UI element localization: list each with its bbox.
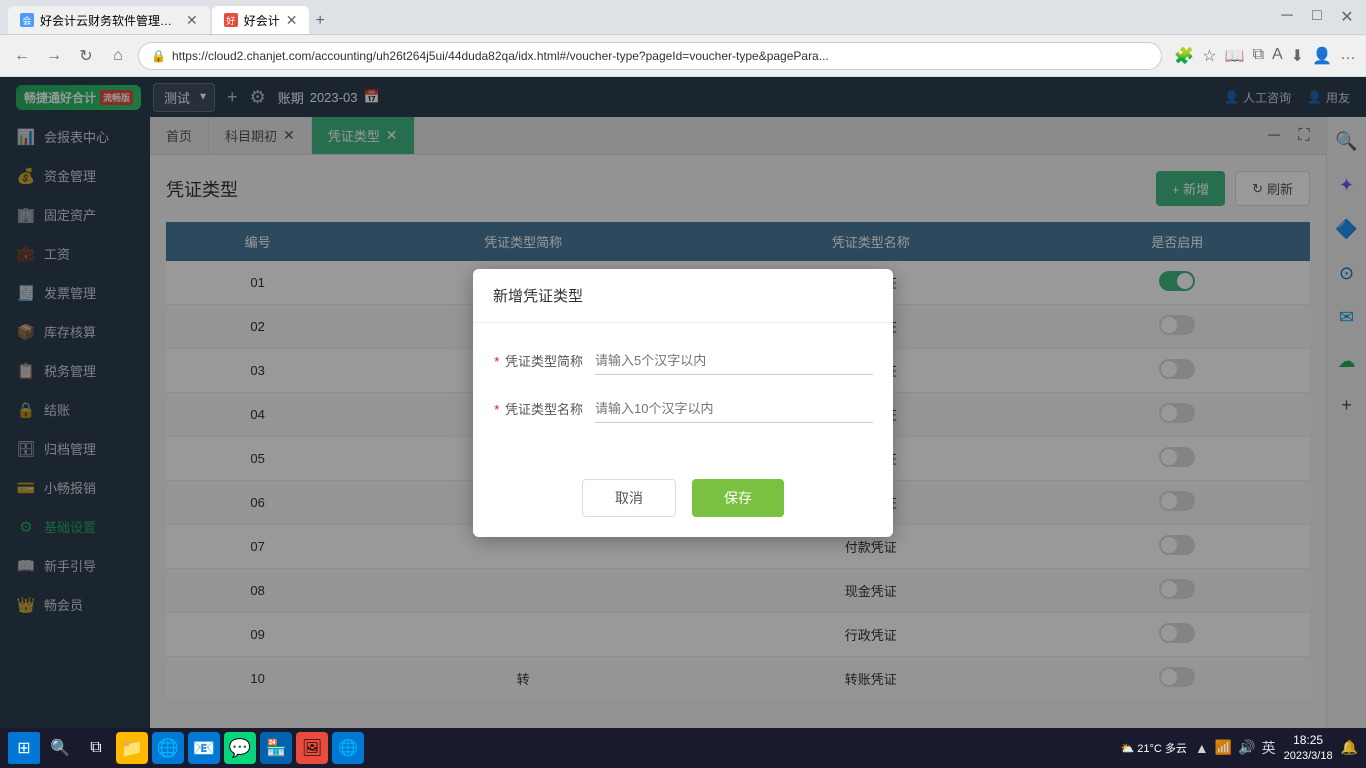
browser-chrome: 会 好会计云财务软件管理系统_会计 ✕ 好 好会计 ✕ + ─ □ ✕ bbox=[0, 0, 1366, 35]
taskbar-app-outlook[interactable]: 📧 bbox=[188, 732, 220, 764]
close-button[interactable]: ✕ bbox=[1336, 7, 1358, 27]
reload-button[interactable]: ↻ bbox=[74, 46, 98, 66]
modal-overlay: 新增凭证类型 * 凭证类型简称 * 凭证类型名称 取消 保存 bbox=[0, 77, 1366, 728]
forward-button[interactable]: → bbox=[42, 47, 66, 65]
full-name-label: * 凭证类型名称 bbox=[493, 399, 583, 418]
browser-tab-1[interactable]: 会 好会计云财务软件管理系统_会计 ✕ bbox=[8, 6, 210, 34]
taskbar: ⊞ 🔍 ⧉ 📁 🌐 📧 💬 🏪 🖼 🌐 ⛅ 21°C 多云 ▲ 📶 🔊 英 18… bbox=[0, 728, 1366, 768]
taskbar-app-browser2[interactable]: 🌐 bbox=[332, 732, 364, 764]
search-taskbar-button[interactable]: 🔍 bbox=[44, 732, 76, 764]
taskbar-app-explorer[interactable]: 📁 bbox=[116, 732, 148, 764]
battery-icon[interactable]: ▲ bbox=[1195, 740, 1209, 756]
notification-icon[interactable]: 🔔 bbox=[1341, 739, 1358, 756]
url-input[interactable]: 🔒 https://cloud2.chanjet.com/accounting/… bbox=[138, 42, 1162, 70]
weather-temp: 21°C 多云 bbox=[1137, 743, 1187, 755]
taskview-button[interactable]: ⧉ bbox=[80, 732, 112, 764]
modal-footer: 取消 保存 bbox=[473, 467, 893, 537]
weather-info: ⛅ 21°C 多云 bbox=[1120, 740, 1186, 756]
modal-header: 新增凭证类型 bbox=[473, 269, 893, 323]
modal-title: 新增凭证类型 bbox=[493, 288, 583, 305]
volume-icon[interactable]: 🔊 bbox=[1238, 739, 1255, 756]
window-controls: ─ □ ✕ bbox=[1276, 7, 1358, 27]
clock-date: 2023/3/18 bbox=[1284, 749, 1333, 763]
profile-icon[interactable]: 👤 bbox=[1312, 46, 1332, 66]
split-icon[interactable]: ⧉ bbox=[1253, 46, 1264, 66]
download-icon[interactable]: ⬇ bbox=[1291, 46, 1304, 66]
tab-title-1: 好会计云财务软件管理系统_会计 bbox=[40, 12, 180, 29]
cancel-button[interactable]: 取消 bbox=[582, 479, 676, 517]
zoom-icon[interactable]: A bbox=[1272, 46, 1283, 66]
short-name-label: * 凭证类型简称 bbox=[493, 351, 583, 370]
taskbar-app-photos[interactable]: 🖼 bbox=[296, 732, 328, 764]
maximize-button[interactable]: □ bbox=[1306, 7, 1328, 27]
windows-icon: ⊞ bbox=[17, 738, 30, 758]
full-name-row: * 凭证类型名称 bbox=[493, 395, 873, 423]
tab-bar: 会 好会计云财务软件管理系统_会计 ✕ 好 好会计 ✕ + bbox=[8, 0, 1270, 34]
taskbar-clock[interactable]: 18:25 2023/3/18 bbox=[1284, 733, 1333, 763]
minimize-button[interactable]: ─ bbox=[1276, 7, 1298, 27]
read-icon[interactable]: 📖 bbox=[1225, 46, 1245, 66]
clock-time: 18:25 bbox=[1284, 733, 1333, 749]
taskbar-right: ⛅ 21°C 多云 ▲ 📶 🔊 英 18:25 2023/3/18 🔔 bbox=[1120, 733, 1358, 763]
taskbar-app-app4[interactable]: 💬 bbox=[224, 732, 256, 764]
full-name-input[interactable] bbox=[595, 395, 873, 423]
address-bar: ← → ↻ ⌂ 🔒 https://cloud2.chanjet.com/acc… bbox=[0, 35, 1366, 77]
taskbar-app-store[interactable]: 🏪 bbox=[260, 732, 292, 764]
short-name-row: * 凭证类型简称 bbox=[493, 347, 873, 375]
weather-icon: ⛅ bbox=[1120, 743, 1134, 755]
favorites-icon[interactable]: ☆ bbox=[1202, 46, 1216, 66]
short-name-input[interactable] bbox=[595, 347, 873, 375]
language-btn[interactable]: 英 bbox=[1262, 738, 1276, 758]
taskbar-app-edge[interactable]: 🌐 bbox=[152, 732, 184, 764]
back-button[interactable]: ← bbox=[10, 47, 34, 65]
browser-tools: 🧩 ☆ 📖 ⧉ A ⬇ 👤 … bbox=[1174, 46, 1356, 66]
more-icon[interactable]: … bbox=[1340, 46, 1356, 66]
taskbar-system-icons: ▲ 📶 🔊 英 bbox=[1195, 738, 1276, 758]
tab-favicon-2: 好 bbox=[224, 13, 238, 27]
url-text: https://cloud2.chanjet.com/accounting/uh… bbox=[172, 49, 1149, 63]
add-voucher-type-modal: 新增凭证类型 * 凭证类型简称 * 凭证类型名称 取消 保存 bbox=[473, 269, 893, 537]
home-button[interactable]: ⌂ bbox=[106, 47, 130, 65]
tab-favicon-1: 会 bbox=[20, 13, 34, 27]
close-tab-2-icon[interactable]: ✕ bbox=[286, 12, 298, 29]
required-marker-2: * bbox=[494, 402, 499, 417]
modal-body: * 凭证类型简称 * 凭证类型名称 bbox=[473, 323, 893, 467]
close-tab-1-icon[interactable]: ✕ bbox=[186, 12, 198, 29]
save-button[interactable]: 保存 bbox=[692, 479, 784, 517]
wifi-icon[interactable]: 📶 bbox=[1215, 739, 1232, 756]
extensions-icon[interactable]: 🧩 bbox=[1174, 46, 1194, 66]
browser-tab-2[interactable]: 好 好会计 ✕ bbox=[212, 6, 310, 34]
lock-icon: 🔒 bbox=[151, 49, 166, 63]
required-marker-1: * bbox=[494, 354, 499, 369]
start-button[interactable]: ⊞ bbox=[8, 732, 40, 764]
new-tab-button[interactable]: + bbox=[311, 8, 328, 34]
tab-title-2: 好会计 bbox=[244, 12, 280, 29]
